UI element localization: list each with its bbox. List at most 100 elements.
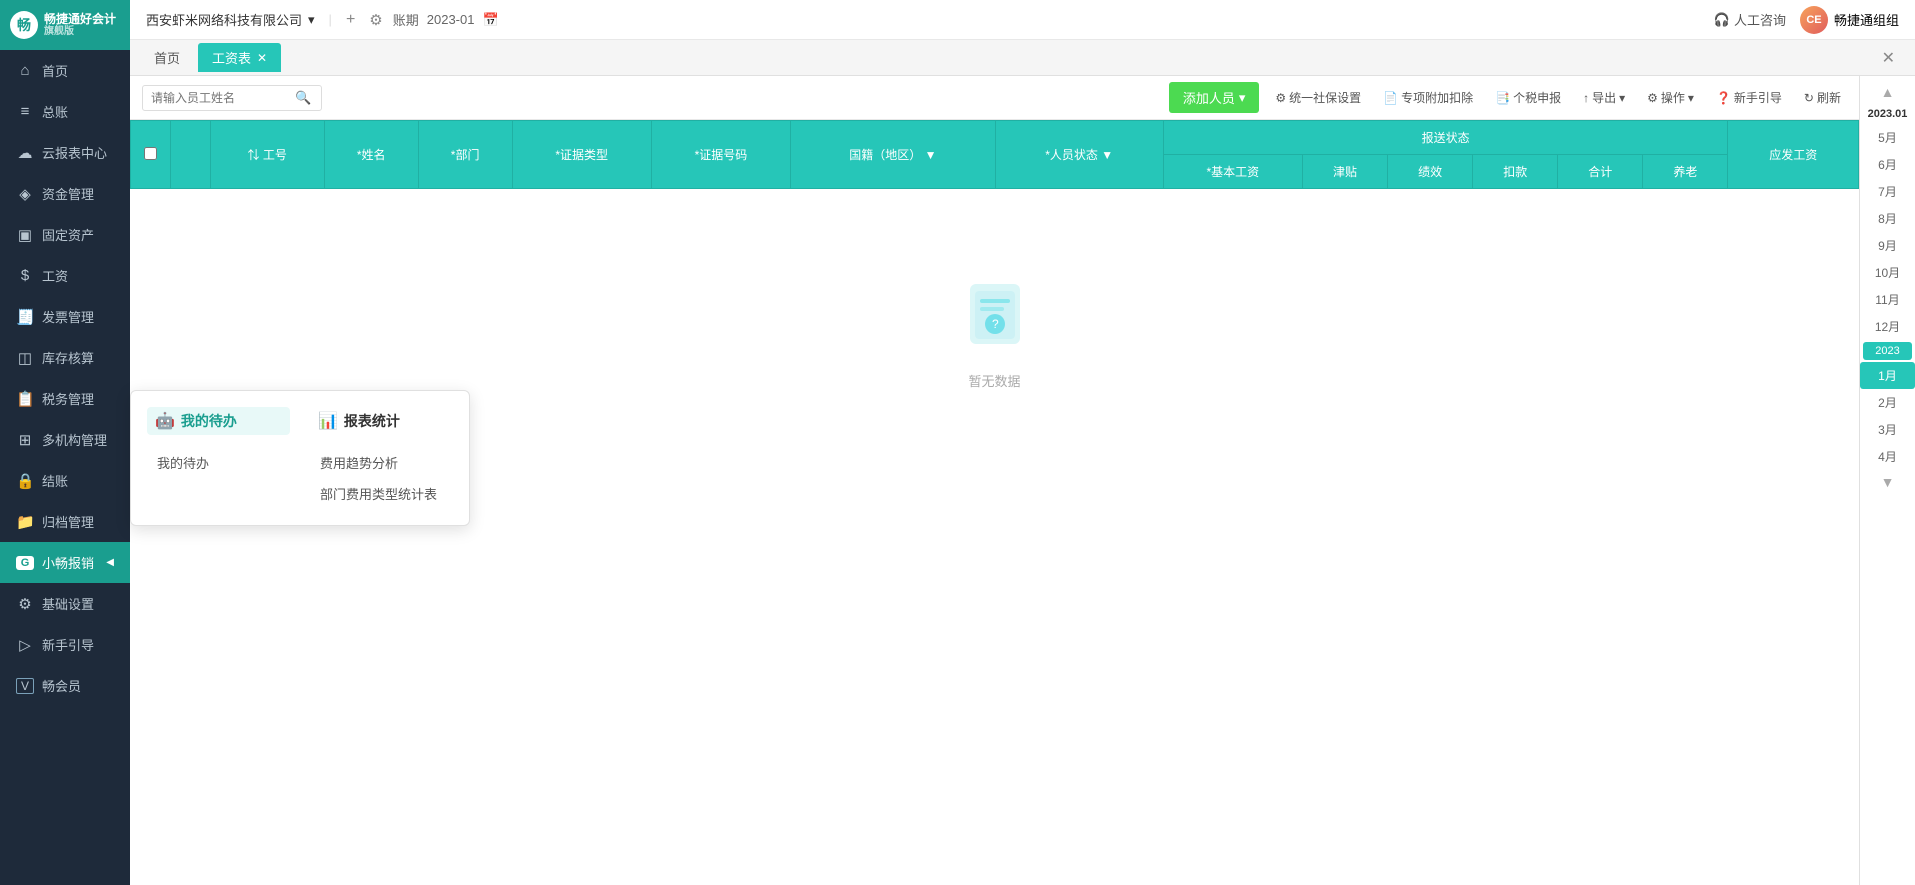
th-base-salary: *基本工资 — [1163, 155, 1302, 189]
social-insurance-icon: ⚙ — [1275, 91, 1286, 105]
username: 畅捷通组组 — [1834, 10, 1899, 29]
rp-month-6[interactable]: 6月 — [1860, 151, 1915, 178]
popup-todo-title[interactable]: 🤖 我的待办 — [147, 407, 290, 435]
refresh-btn[interactable]: ↻ 刷新 — [1798, 85, 1847, 110]
chevron-right-icon: ◀ — [106, 557, 114, 568]
popup-expense-trend[interactable]: 费用趋势分析 — [310, 447, 453, 478]
th-name[interactable]: ⇅ 工号 — [210, 121, 324, 189]
rp-month-10[interactable]: 10月 — [1860, 259, 1915, 286]
window-close-btn[interactable]: ✕ — [1872, 44, 1905, 72]
rp-year-2023[interactable]: 2023 — [1863, 342, 1913, 360]
th-checkbox[interactable] — [131, 121, 171, 189]
sidebar-item-close[interactable]: 🔒 结账 — [0, 460, 130, 501]
add-company-btn[interactable]: + — [346, 11, 355, 29]
th-status[interactable]: 国籍（地区） ▼ — [791, 121, 996, 189]
operations-btn[interactable]: ⚙ 操作 ▾ — [1641, 85, 1700, 110]
sidebar-item-xiaochang[interactable]: G 小畅报销 ◀ — [0, 542, 130, 583]
th-id-no: *证据类型 — [512, 121, 651, 189]
export-btn[interactable]: ↑ 导出 ▾ — [1577, 85, 1631, 110]
sidebar-item-home[interactable]: ⌂ 首页 — [0, 50, 130, 91]
topbar-divider: | — [329, 12, 332, 27]
sidebar-item-label: 云报表中心 — [42, 143, 107, 162]
sidebar-item-basic[interactable]: ⚙ 基础设置 — [0, 583, 130, 624]
calendar-icon[interactable]: 📅 — [482, 12, 498, 28]
tab-payroll[interactable]: 工资表 ✕ — [198, 43, 281, 72]
rp-month-5[interactable]: 5月 — [1860, 124, 1915, 151]
rp-month-8[interactable]: 8月 — [1860, 205, 1915, 232]
rp-month-2[interactable]: 2月 — [1860, 389, 1915, 416]
rp-month-3[interactable]: 3月 — [1860, 416, 1915, 443]
inventory-icon: ◫ — [16, 349, 34, 367]
sidebar-item-label: 发票管理 — [42, 307, 94, 326]
tax-report-icon: 📑 — [1495, 91, 1510, 105]
sidebar-item-tax[interactable]: 📋 税务管理 — [0, 378, 130, 419]
special-deduction-btn[interactable]: 📄 专项附加扣除 — [1377, 85, 1479, 110]
select-all-checkbox[interactable] — [144, 147, 157, 160]
sidebar-item-inventory[interactable]: ◫ 库存核算 — [0, 337, 130, 378]
sidebar-item-multi-org[interactable]: ⊞ 多机构管理 — [0, 419, 130, 460]
add-person-button[interactable]: 添加人员 ▾ — [1169, 82, 1260, 113]
sidebar-item-label: 税务管理 — [42, 389, 94, 408]
customer-service-btn[interactable]: 🎧 人工咨询 — [1714, 10, 1786, 29]
rp-month-1[interactable]: 1月 — [1860, 362, 1915, 389]
add-person-dropdown-icon: ▾ — [1239, 90, 1246, 106]
sidebar-item-newbie[interactable]: ▷ 新手引导 — [0, 624, 130, 665]
sidebar-item-fixed-assets[interactable]: ▣ 固定资产 — [0, 214, 130, 255]
rp-month-7[interactable]: 7月 — [1860, 178, 1915, 205]
sidebar-item-fund[interactable]: ◈ 资金管理 — [0, 173, 130, 214]
rp-month-9[interactable]: 9月 — [1860, 232, 1915, 259]
special-deduction-icon: 📄 — [1383, 91, 1398, 105]
no-data-icon: ? — [950, 269, 1040, 359]
refresh-icon: ↻ — [1804, 91, 1814, 105]
sidebar-item-cloud-report[interactable]: ☁ 云报表中心 — [0, 132, 130, 173]
tabbar: 首页 工资表 ✕ ✕ — [130, 40, 1915, 76]
tab-close-btn[interactable]: ✕ — [257, 51, 267, 65]
logo-subtitle: 旗舰版 — [44, 26, 116, 38]
popup-section: 🤖 我的待办 我的待办 📊 报表统计 费用趋势分析 部门费用类型统计表 — [147, 407, 453, 509]
th-total: 合计 — [1558, 155, 1643, 189]
rp-month-11[interactable]: 11月 — [1860, 286, 1915, 313]
right-panel: ▲ 2023.01 5月 6月 7月 8月 9月 10月 11月 12月 202… — [1859, 76, 1915, 885]
company-dropdown-icon: ▾ — [308, 12, 315, 28]
social-insurance-btn[interactable]: ⚙ 统一社保设置 — [1269, 85, 1367, 110]
logo-icon: 畅 — [10, 11, 38, 39]
fixed-assets-icon: ▣ — [16, 226, 34, 244]
sidebar-item-payroll[interactable]: $ 工资 — [0, 255, 130, 296]
sidebar-item-archive[interactable]: 📁 归档管理 — [0, 501, 130, 542]
operations-dropdown-icon: ▾ — [1688, 91, 1694, 105]
sidebar-item-ledger[interactable]: ≡ 总账 — [0, 91, 130, 132]
company-selector[interactable]: 西安虾米网络科技有限公司 ▾ — [146, 10, 315, 29]
popup-report-title[interactable]: 📊 报表统计 — [310, 407, 453, 435]
cloud-icon: ☁ — [16, 144, 34, 162]
new-guide-btn[interactable]: ❓ 新手引导 — [1710, 85, 1788, 110]
sidebar-item-label: 小畅报销 — [42, 553, 94, 572]
th-country: *证据号码 — [651, 121, 790, 189]
rp-header: 2023.01 — [1866, 104, 1910, 124]
search-input[interactable] — [151, 91, 291, 105]
sidebar-item-label: 新手引导 — [42, 635, 94, 654]
rp-up-arrow[interactable]: ▲ — [1877, 80, 1899, 104]
tab-home[interactable]: 首页 — [140, 43, 194, 72]
table-header-row1: ⇅ 工号 *姓名 *部门 *证据类型 *证据号码 国籍（地区） ▼ *人员状态 … — [131, 121, 1859, 155]
sidebar-item-label: 基础设置 — [42, 594, 94, 613]
rp-month-12[interactable]: 12月 — [1860, 313, 1915, 340]
rp-down-arrow[interactable]: ▼ — [1877, 470, 1899, 494]
close-books-icon: 🔒 — [16, 472, 34, 490]
logo-title: 畅捷通好会计 — [44, 12, 116, 26]
tab-home-label: 首页 — [154, 48, 180, 67]
popup-dept-expense[interactable]: 部门费用类型统计表 — [310, 478, 453, 509]
sidebar-item-label: 工资 — [42, 266, 68, 285]
th-report-status[interactable]: *人员状态 ▼ — [995, 121, 1163, 189]
user-menu[interactable]: CE 畅捷通组组 — [1800, 6, 1899, 34]
th-deduction: 扣款 — [1473, 155, 1558, 189]
sidebar-item-member[interactable]: V 畅会员 — [0, 665, 130, 706]
rp-month-4[interactable]: 4月 — [1860, 443, 1915, 470]
search-icon[interactable]: 🔍 — [295, 90, 311, 106]
sidebar: 畅 畅捷通好会计 旗舰版 ⌂ 首页 ≡ 总账 ☁ 云报表中心 ◈ 资金管理 ▣ … — [0, 0, 130, 885]
sidebar-item-invoice[interactable]: 🧾 发票管理 — [0, 296, 130, 337]
toolbar-actions: 添加人员 ▾ ⚙ 统一社保设置 📄 专项附加扣除 📑 个税申报 — [1169, 82, 1847, 113]
settings-btn[interactable]: ⚙ — [369, 11, 382, 29]
popup-todo-item[interactable]: 我的待办 — [147, 447, 290, 478]
toolbar: 🔍 添加人员 ▾ ⚙ 统一社保设置 📄 专项附加扣除 — [130, 76, 1859, 120]
tax-report-btn[interactable]: 📑 个税申报 — [1489, 85, 1567, 110]
